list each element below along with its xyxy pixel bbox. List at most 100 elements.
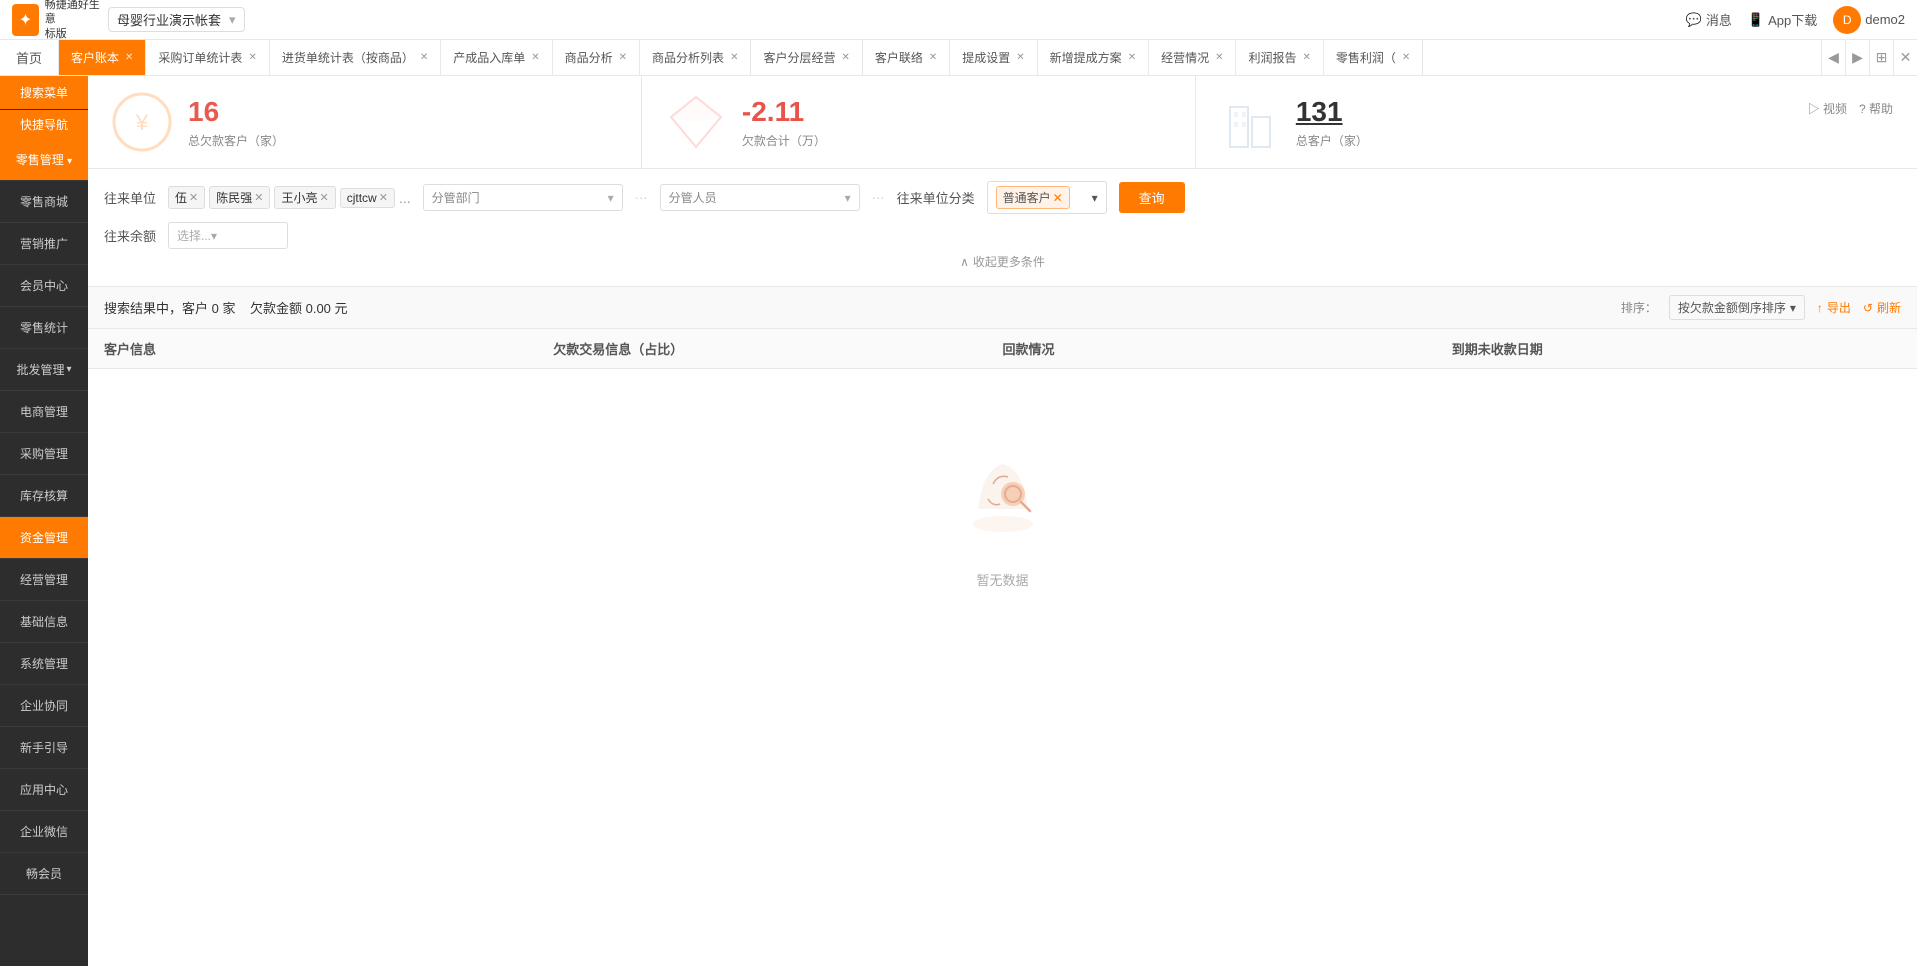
diamond-icon — [666, 92, 726, 152]
sidebar-item-wholesale[interactable]: 批发管理 ▾ — [0, 349, 88, 391]
close-tab-customers[interactable]: ✕ — [125, 52, 133, 63]
filter-tag-2: 王小亮 ✕ — [274, 186, 335, 209]
tab-promotion[interactable]: 提成设置 ✕ — [950, 40, 1037, 76]
sidebar-item-finance[interactable]: 资金管理 — [0, 517, 88, 559]
unit-label: 往来单位 — [104, 188, 156, 207]
sidebar-item-app-center[interactable]: 应用中心 — [0, 769, 88, 811]
refresh-button[interactable]: ↺ 刷新 — [1863, 299, 1901, 316]
sidebar-item-ecommerce[interactable]: 电商管理 — [0, 391, 88, 433]
tab-inbound-stats[interactable]: 进货单统计表（按商品） ✕ — [270, 40, 441, 76]
close-tab-promotion[interactable]: ✕ — [1016, 52, 1024, 63]
close-tab-profit[interactable]: ✕ — [1303, 52, 1311, 63]
stat-info-total: 131 总客户（家） — [1296, 95, 1368, 150]
col-header-debt: 欠款交易信息（占比） — [553, 339, 1002, 358]
close-tab-retail[interactable]: ✕ — [1402, 52, 1410, 63]
sidebar-item-basic-info[interactable]: 基础信息 — [0, 601, 88, 643]
sidebar-item-retail-stats[interactable]: 零售统计 — [0, 307, 88, 349]
person-chevron-icon: ▾ — [845, 191, 851, 205]
person-clear-icon[interactable]: ··· — [872, 190, 885, 205]
classify-tag: 普通客户 ✕ — [996, 186, 1070, 209]
sidebar-item-purchase[interactable]: 采购管理 — [0, 433, 88, 475]
sidebar-item-operations[interactable]: 经营管理 — [0, 559, 88, 601]
balance-select[interactable]: 选择... ▾ — [168, 222, 288, 249]
nav-prev-button[interactable]: ◀ — [1821, 40, 1845, 76]
sidebar-item-retail[interactable]: 零售管理 ▾ — [0, 139, 88, 181]
remove-tag-3[interactable]: ✕ — [379, 191, 388, 204]
avatar: D — [1833, 6, 1861, 34]
close-tab-inbound[interactable]: ✕ — [420, 52, 428, 63]
stat-card-debt: -2.11 欠款合计（万） — [642, 76, 1196, 168]
user-menu[interactable]: D demo2 — [1833, 6, 1905, 34]
chevron-down-icon: ▾ — [67, 156, 72, 167]
remove-tag-2[interactable]: ✕ — [320, 191, 329, 204]
sidebar-item-enterprise-wx[interactable]: 企业微信 — [0, 811, 88, 853]
chevron-up-icon: ∧ — [960, 255, 969, 269]
video-button[interactable]: ▷ 视频 — [1808, 100, 1847, 117]
remove-classify-tag[interactable]: ✕ — [1053, 191, 1063, 205]
filter-more-button[interactable]: ... — [399, 190, 411, 206]
tab-customers[interactable]: 客户账本 ✕ — [59, 40, 146, 76]
sort-select[interactable]: 按欠款金额倒序排序 ▾ — [1669, 295, 1805, 320]
sidebar-item-inventory[interactable]: 库存核算 — [0, 475, 88, 517]
help-button[interactable]: ? 帮助 — [1859, 100, 1893, 117]
tab-home[interactable]: 首页 — [0, 40, 59, 76]
stat-value-customers: 16 — [188, 95, 284, 129]
sidebar-search[interactable]: 搜索菜单 — [0, 76, 88, 109]
export-button[interactable]: ↑ 导出 — [1817, 299, 1851, 316]
remove-tag-1[interactable]: ✕ — [254, 191, 263, 204]
dept-chevron-icon: ▾ — [608, 191, 614, 205]
filter-tag-3: cjttcw ✕ — [340, 188, 395, 208]
sidebar-item-enterprise[interactable]: 企业协同 — [0, 685, 88, 727]
close-tab-product-inbound[interactable]: ✕ — [531, 52, 539, 63]
svg-text:¥: ¥ — [135, 110, 149, 135]
tab-product-analysis-list[interactable]: 商品分析列表 ✕ — [640, 40, 751, 76]
dept-select[interactable]: 分管部门 ▾ — [423, 184, 623, 211]
app-download-button[interactable]: 📱 App下载 — [1748, 10, 1817, 29]
close-tab-achievement[interactable]: ✕ — [1128, 52, 1136, 63]
stat-info-debt: -2.11 欠款合计（万） — [742, 95, 826, 150]
col-header-repayment: 回款情况 — [1003, 339, 1452, 358]
logo-area: ✦ 畅捷通好生意 标版 — [12, 0, 100, 41]
person-select[interactable]: 分管人员 ▾ — [660, 184, 860, 211]
tab-product-analysis[interactable]: 商品分析 ✕ — [553, 40, 640, 76]
tab-product-inbound[interactable]: 产成品入库单 ✕ — [441, 40, 552, 76]
tab-profit-report[interactable]: 利润报告 ✕ — [1236, 40, 1323, 76]
stat-value-debt: -2.11 — [742, 95, 826, 129]
close-tab-analysis-list[interactable]: ✕ — [730, 52, 738, 63]
tab-retail-profit[interactable]: 零售利润（ ✕ — [1324, 40, 1423, 76]
dept-clear-icon[interactable]: ··· — [635, 190, 648, 205]
balance-chevron-icon: ▾ — [211, 229, 217, 243]
remove-tag-0[interactable]: ✕ — [189, 191, 198, 204]
close-tab-operations[interactable]: ✕ — [1215, 52, 1223, 63]
filter-row-2: 往来余额 选择... ▾ — [104, 222, 1901, 249]
sidebar-item-vip-member[interactable]: 畅会员 — [0, 853, 88, 895]
collapse-button[interactable]: ∧ 收起更多条件 — [104, 249, 1901, 274]
close-tab-segment[interactable]: ✕ — [841, 52, 849, 63]
classify-select[interactable]: 普通客户 ✕ ▾ — [987, 181, 1107, 214]
classify-label: 往来单位分类 — [897, 188, 975, 207]
export-icon: ↑ — [1817, 301, 1823, 315]
sidebar-quick-nav[interactable]: 快捷导航 — [0, 110, 88, 139]
search-button[interactable]: 查询 — [1119, 182, 1185, 213]
close-tab-contact[interactable]: ✕ — [929, 52, 937, 63]
tab-achievement[interactable]: 新增提成方案 ✕ — [1038, 40, 1149, 76]
download-icon: 📱 — [1748, 12, 1764, 28]
sidebar-item-system[interactable]: 系统管理 — [0, 643, 88, 685]
nav-next-button[interactable]: ▶ — [1845, 40, 1869, 76]
close-tab-purchase[interactable]: ✕ — [248, 52, 256, 63]
stat-label-total: 总客户（家） — [1296, 132, 1368, 149]
sidebar-item-marketing[interactable]: 营销推广 — [0, 223, 88, 265]
sidebar-item-members[interactable]: 会员中心 — [0, 265, 88, 307]
tab-purchase-orders[interactable]: 采购订单统计表 ✕ — [146, 40, 269, 76]
tab-customer-segment[interactable]: 客户分层经营 ✕ — [751, 40, 862, 76]
close-tab-analysis[interactable]: ✕ — [619, 52, 627, 63]
sidebar-item-retail-mall[interactable]: 零售商城 — [0, 181, 88, 223]
stat-label-debt: 欠款合计（万） — [742, 132, 826, 149]
tab-customer-contact[interactable]: 客户联络 ✕ — [863, 40, 950, 76]
tab-operations[interactable]: 经营情况 ✕ — [1149, 40, 1236, 76]
nav-expand-button[interactable]: ⊞ — [1869, 40, 1893, 76]
sidebar-item-guide[interactable]: 新手引导 — [0, 727, 88, 769]
nav-close-all-button[interactable]: ✕ — [1893, 40, 1917, 76]
store-selector[interactable]: 母婴行业演示帐套 ▾ — [108, 7, 245, 32]
messages-button[interactable]: 💬 消息 — [1686, 10, 1732, 29]
